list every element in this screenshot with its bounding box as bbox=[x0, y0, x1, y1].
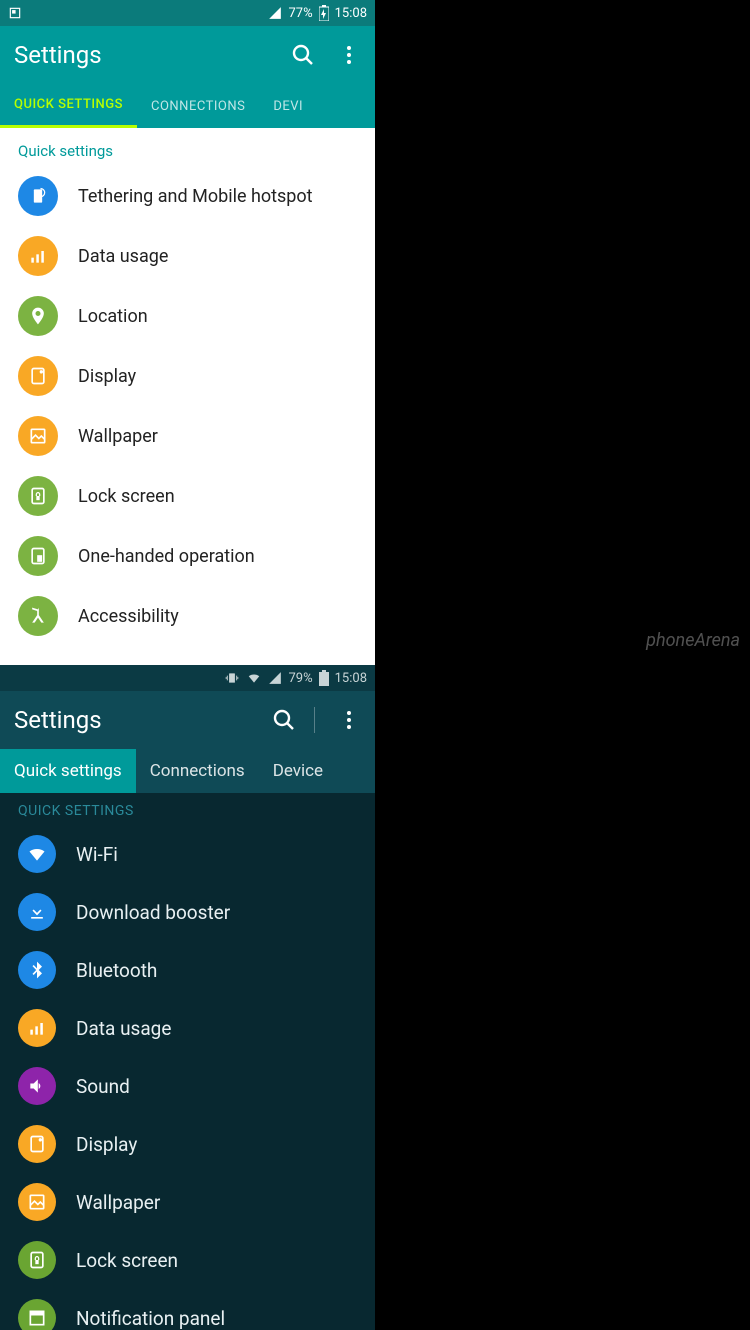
page-title: Settings bbox=[14, 706, 102, 734]
data-icon bbox=[18, 236, 58, 276]
status-bar: 79% 15:08 bbox=[0, 665, 375, 691]
section-header: Quick settings bbox=[0, 128, 375, 166]
settings-list[interactable]: Quick settings Tethering and Mobile hots… bbox=[0, 128, 375, 665]
tab-quick-settings[interactable]: QUICK SETTINGS bbox=[0, 84, 137, 128]
item-label: Wi-Fi bbox=[76, 843, 118, 866]
list-item[interactable]: Lock screen bbox=[0, 1231, 375, 1289]
access-icon bbox=[18, 596, 58, 636]
watermark: phoneArena bbox=[646, 630, 740, 651]
item-label: Wallpaper bbox=[78, 426, 158, 447]
item-label: Display bbox=[78, 366, 136, 387]
sound-icon bbox=[18, 1067, 56, 1105]
tab-bar: Quick settings Connections Device bbox=[0, 749, 375, 793]
list-item[interactable]: Bluetooth bbox=[0, 941, 375, 999]
signal-icon bbox=[268, 671, 282, 685]
tab-bar: QUICK SETTINGS CONNECTIONS DEVI bbox=[0, 84, 375, 128]
wifi-icon bbox=[246, 671, 262, 685]
item-label: Data usage bbox=[76, 1017, 171, 1040]
list-item[interactable]: Display bbox=[0, 1115, 375, 1173]
list-item[interactable]: Data usage bbox=[0, 999, 375, 1057]
tether-icon bbox=[18, 176, 58, 216]
battery-charging-icon bbox=[319, 5, 329, 21]
list-item[interactable]: Wallpaper bbox=[0, 1173, 375, 1231]
search-icon[interactable] bbox=[291, 43, 315, 67]
location-icon bbox=[18, 296, 58, 336]
settings-list[interactable]: QUICK SETTINGS Wi-Fi Download booster Blue… bbox=[0, 793, 375, 1330]
screenshot-icon bbox=[8, 6, 22, 20]
item-label: Accessibility bbox=[78, 606, 179, 627]
item-label: Tethering and Mobile hotspot bbox=[78, 186, 313, 207]
vibrate-icon bbox=[224, 671, 240, 685]
wifi-icon bbox=[18, 835, 56, 873]
overflow-menu-icon[interactable] bbox=[337, 708, 361, 732]
item-label: Notification panel bbox=[76, 1307, 225, 1330]
list-item[interactable]: Download booster bbox=[0, 883, 375, 941]
item-label: Location bbox=[78, 306, 148, 327]
tab-connections[interactable]: CONNECTIONS bbox=[137, 84, 259, 128]
item-label: Wallpaper bbox=[76, 1191, 160, 1214]
bluetooth-icon bbox=[18, 951, 56, 989]
list-item[interactable]: Lock screen bbox=[0, 466, 375, 526]
list-item[interactable]: Wallpaper bbox=[0, 406, 375, 466]
item-label: Bluetooth bbox=[76, 959, 157, 982]
app-header: Settings bbox=[0, 26, 375, 84]
section-header: QUICK SETTINGS bbox=[0, 793, 375, 825]
list-item[interactable]: Notification panel bbox=[0, 1289, 375, 1330]
list-item[interactable]: Data usage bbox=[0, 226, 375, 286]
item-label: Lock screen bbox=[76, 1249, 178, 1272]
tab-device[interactable]: Device bbox=[259, 749, 323, 793]
list-item[interactable]: Display bbox=[0, 346, 375, 406]
right-phone: 79% 15:08 Settings Quick settings Connec… bbox=[0, 665, 375, 1330]
tab-connections[interactable]: Connections bbox=[136, 749, 259, 793]
display-icon bbox=[18, 1125, 56, 1163]
clock: 15:08 bbox=[335, 671, 367, 686]
left-phone: 77% 15:08 Settings QUICK SETTINGS CONNEC… bbox=[0, 0, 375, 665]
item-label: Download booster bbox=[76, 901, 230, 924]
item-label: One-handed operation bbox=[78, 546, 255, 567]
battery-pct: 77% bbox=[288, 6, 312, 21]
list-item[interactable]: Location bbox=[0, 286, 375, 346]
tab-device[interactable]: DEVI bbox=[259, 84, 303, 128]
list-item[interactable]: One-handed operation bbox=[0, 526, 375, 586]
download-icon bbox=[18, 893, 56, 931]
list-item[interactable]: Tethering and Mobile hotspot bbox=[0, 166, 375, 226]
onehand-icon bbox=[18, 536, 58, 576]
list-item[interactable]: Wi-Fi bbox=[0, 825, 375, 883]
lock-icon bbox=[18, 1241, 56, 1279]
page-title: Settings bbox=[14, 41, 102, 69]
search-icon[interactable] bbox=[272, 708, 296, 732]
notif-icon bbox=[18, 1299, 56, 1330]
item-label: Sound bbox=[76, 1075, 130, 1098]
list-item[interactable]: Accessibility bbox=[0, 586, 375, 646]
data-icon bbox=[18, 1009, 56, 1047]
app-header: Settings bbox=[0, 691, 375, 749]
lock-icon bbox=[18, 476, 58, 516]
status-bar: 77% 15:08 bbox=[0, 0, 375, 26]
battery-pct: 79% bbox=[288, 671, 312, 686]
overflow-menu-icon[interactable] bbox=[337, 43, 361, 67]
tab-quick-settings[interactable]: Quick settings bbox=[0, 749, 136, 793]
item-label: Lock screen bbox=[78, 486, 175, 507]
signal-icon bbox=[268, 6, 282, 20]
header-divider bbox=[314, 707, 315, 733]
item-label: Data usage bbox=[78, 246, 168, 267]
clock: 15:08 bbox=[335, 6, 367, 21]
item-label: Display bbox=[76, 1133, 137, 1156]
wallpaper-icon bbox=[18, 416, 58, 456]
battery-icon bbox=[319, 670, 329, 686]
wallpaper-icon bbox=[18, 1183, 56, 1221]
display-icon bbox=[18, 356, 58, 396]
list-item[interactable]: Sound bbox=[0, 1057, 375, 1115]
